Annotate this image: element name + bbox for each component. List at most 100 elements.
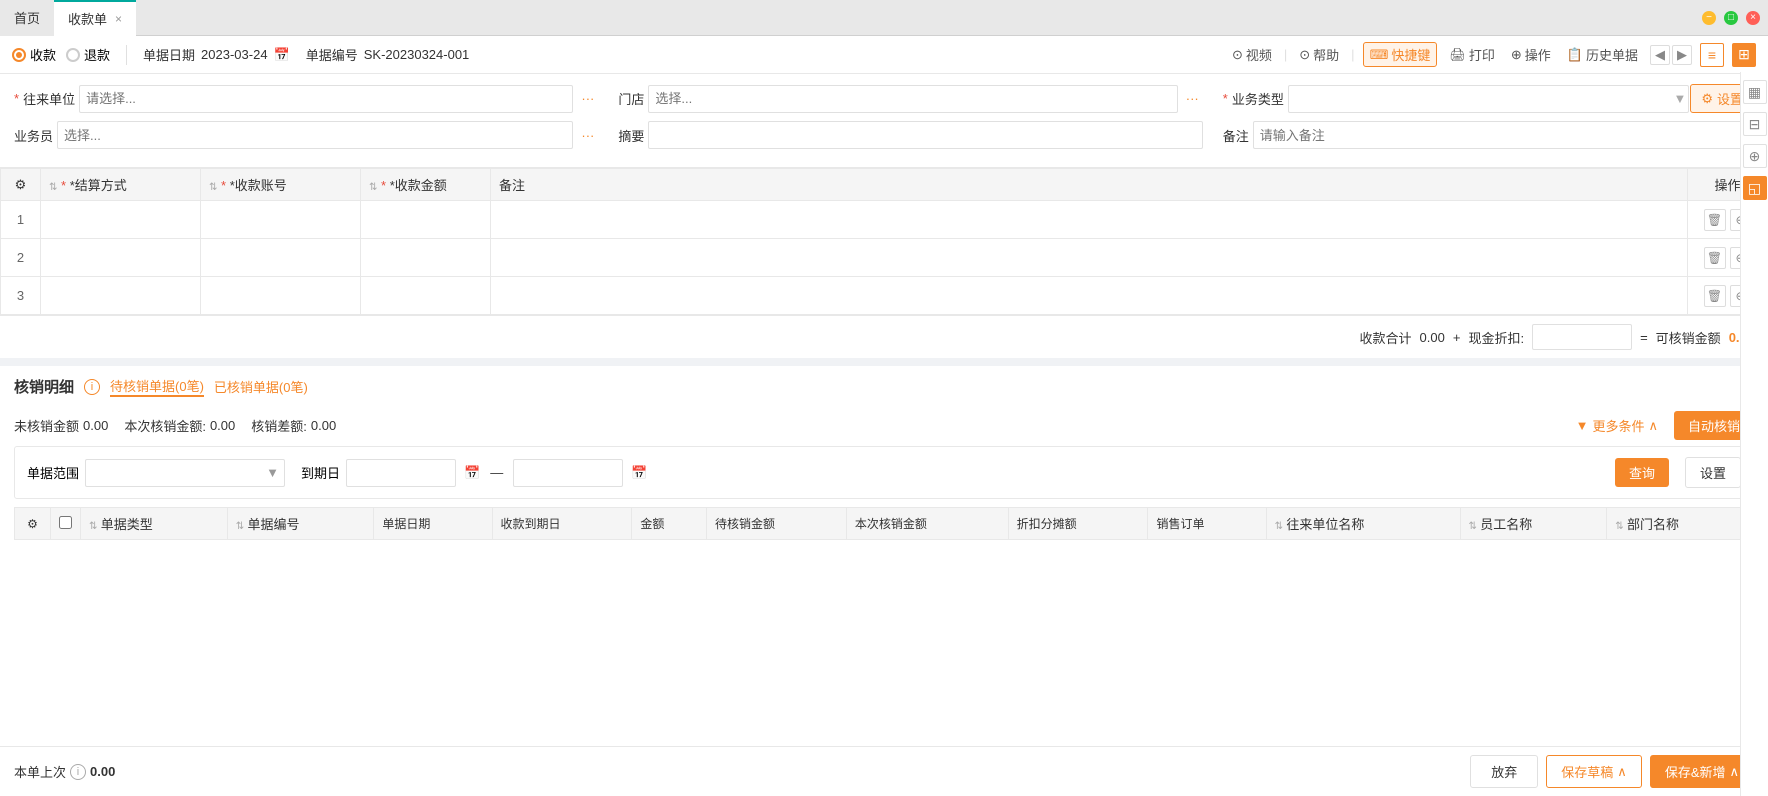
settle-cell-3[interactable] xyxy=(41,277,201,315)
bottom-col-check[interactable] xyxy=(51,508,81,540)
history-label: 历史单据 xyxy=(1586,45,1638,64)
account-cell-3[interactable] xyxy=(201,277,361,315)
nav-next-button[interactable]: ▶ xyxy=(1672,45,1692,65)
bottom-col-staff-name: ⇅ 员工名称 xyxy=(1460,508,1607,540)
diff-value: 0.00 xyxy=(311,418,336,433)
range-select[interactable] xyxy=(85,459,285,487)
right-panel-btn-2[interactable]: ⊟ xyxy=(1743,112,1767,136)
tab-bar: 首页 收款单 × − □ × xyxy=(0,0,1768,36)
expand-button[interactable]: □ xyxy=(1724,11,1738,25)
range-select-wrap: ▼ xyxy=(85,459,285,487)
summary-field: 摘要 xyxy=(618,121,1202,149)
summary-plus: + xyxy=(1453,330,1461,345)
business-type-input[interactable]: 预收款 xyxy=(1288,85,1690,113)
print-button[interactable]: 🖨 打印 xyxy=(1445,43,1499,66)
amount-cell-2[interactable] xyxy=(361,239,491,277)
hexiao-info-icon[interactable]: i xyxy=(84,379,100,395)
save-draft-button[interactable]: 保存草稿 ∧ xyxy=(1546,755,1642,788)
store-label: 门店 xyxy=(618,89,644,108)
right-panel-btn-3[interactable]: ⊕ xyxy=(1743,144,1767,168)
more-conditions-button[interactable]: ▼ 更多条件 ∧ xyxy=(1576,416,1658,435)
delete-icon-3[interactable]: 🗑 xyxy=(1704,285,1726,307)
operate-icon: ⊕ xyxy=(1511,47,1522,63)
discount-input[interactable] xyxy=(1532,324,1632,350)
close-button[interactable]: × xyxy=(1746,11,1760,25)
amount-cell-3[interactable] xyxy=(361,277,491,315)
store-more-button[interactable]: ··· xyxy=(1182,91,1203,106)
tab-pending[interactable]: 待核销单据(0笔) xyxy=(110,376,204,397)
range-label: 单据范围 xyxy=(27,463,79,482)
tab-done[interactable]: 已核销单据(0笔) xyxy=(214,377,308,396)
remark-cell-2[interactable] xyxy=(491,239,1688,277)
account-cell-2[interactable] xyxy=(201,239,361,277)
footer-info: 本单上次 i 0.00 xyxy=(14,762,115,781)
operate-button[interactable]: ⊕ 操作 xyxy=(1507,43,1555,66)
tab-receipt[interactable]: 收款单 × xyxy=(54,0,136,36)
bottom-col-counterparty: ⇅ 往来单位名称 xyxy=(1266,508,1460,540)
bottom-col-bill-date: 单据日期 xyxy=(374,508,492,540)
save-draft-label: 保存草稿 xyxy=(1561,762,1613,781)
date-from-calendar-icon[interactable]: 📅 xyxy=(464,465,480,481)
video-label: 视频 xyxy=(1246,45,1272,64)
account-cell-1[interactable] xyxy=(201,201,361,239)
window-controls: − □ × xyxy=(1702,11,1768,25)
date-to-input[interactable]: 2022-04-12 xyxy=(513,459,623,487)
bill-no-label: 单据编号 xyxy=(306,45,358,64)
col-gear[interactable]: ⚙ xyxy=(1,169,41,201)
amount-cell-1[interactable] xyxy=(361,201,491,239)
query-button[interactable]: 查询 xyxy=(1615,458,1669,487)
col-account: ⇅ * *收款账号 xyxy=(201,169,361,201)
hexiao-title-row: 核销明细 i 待核销单据(0笔) 已核销单据(0笔) xyxy=(14,376,1754,397)
abandon-button[interactable]: 放弃 xyxy=(1470,755,1538,788)
staff-input[interactable] xyxy=(57,121,573,149)
delete-icon-2[interactable]: 🗑 xyxy=(1704,247,1726,269)
staff-more-button[interactable]: ··· xyxy=(577,128,598,143)
save-new-label: 保存&新增 xyxy=(1665,762,1726,781)
view-list-button[interactable]: ≡ xyxy=(1700,43,1724,67)
staff-field: 业务员 ··· xyxy=(14,121,598,149)
help-label: 帮助 xyxy=(1313,45,1339,64)
summary-input[interactable] xyxy=(648,121,1202,149)
date-to-calendar-icon[interactable]: 📅 xyxy=(631,465,647,481)
remark-cell-1[interactable] xyxy=(491,201,1688,239)
select-all-checkbox[interactable] xyxy=(59,516,72,529)
right-panel-btn-4[interactable]: ◱ xyxy=(1743,176,1767,200)
current-value: 0.00 xyxy=(210,418,235,433)
bottom-col-pending: 待核销金额 xyxy=(706,508,846,540)
video-icon: ⊙ xyxy=(1232,47,1243,63)
right-panel-btn-1[interactable]: ▦ xyxy=(1743,80,1767,104)
stat-current: 本次核销金额: 0.00 xyxy=(124,416,235,435)
toolbar-right: ⊙ 视频 | ⊙ 帮助 | ⌨ 快捷键 🖨 打印 ⊕ 操作 📋 xyxy=(1228,42,1756,67)
video-button[interactable]: ⊙ 视频 xyxy=(1228,43,1276,66)
tab-home[interactable]: 首页 xyxy=(0,0,54,36)
store-input[interactable] xyxy=(648,85,1177,113)
settle-cell-1[interactable] xyxy=(41,201,201,239)
bill-date-calendar-icon[interactable]: 📅 xyxy=(274,47,290,63)
view-grid-button[interactable]: ⊞ xyxy=(1732,43,1756,67)
remark-input[interactable] xyxy=(1253,121,1754,149)
summary-discount-label: 现金折扣: xyxy=(1468,328,1524,347)
tab-close-icon[interactable]: × xyxy=(115,12,122,26)
shortcut-button[interactable]: ⌨ 快捷键 xyxy=(1363,42,1438,67)
counterparty-more-button[interactable]: ··· xyxy=(577,91,598,106)
radio-refund[interactable]: 退款 xyxy=(66,45,110,64)
remark-cell-3[interactable] xyxy=(491,277,1688,315)
minimize-button[interactable]: − xyxy=(1702,11,1716,25)
settle-cell-2[interactable] xyxy=(41,239,201,277)
business-type-required: * xyxy=(1223,91,1228,106)
radio-receipt[interactable]: 收款 xyxy=(12,45,56,64)
bottom-col-gear[interactable]: ⚙ xyxy=(15,508,51,540)
business-type-label: 业务类型 xyxy=(1232,89,1284,108)
table-row: 3 🗑 ⊕ xyxy=(1,277,1768,315)
prev-info-icon[interactable]: i xyxy=(70,764,86,780)
save-new-button[interactable]: 保存&新增 ∧ xyxy=(1650,755,1754,788)
nav-prev-button[interactable]: ◀ xyxy=(1650,45,1670,65)
filter-setting-button[interactable]: 设置 xyxy=(1685,457,1741,488)
date-from-input[interactable]: 2022-04-01 xyxy=(346,459,456,487)
summary-label: 摘要 xyxy=(618,126,644,145)
help-button[interactable]: ⊙ 帮助 xyxy=(1295,43,1343,66)
range-field: 单据范围 ▼ xyxy=(27,459,285,487)
history-button[interactable]: 📋 历史单据 xyxy=(1563,43,1642,66)
delete-icon-1[interactable]: 🗑 xyxy=(1704,209,1726,231)
counterparty-input[interactable] xyxy=(79,85,573,113)
